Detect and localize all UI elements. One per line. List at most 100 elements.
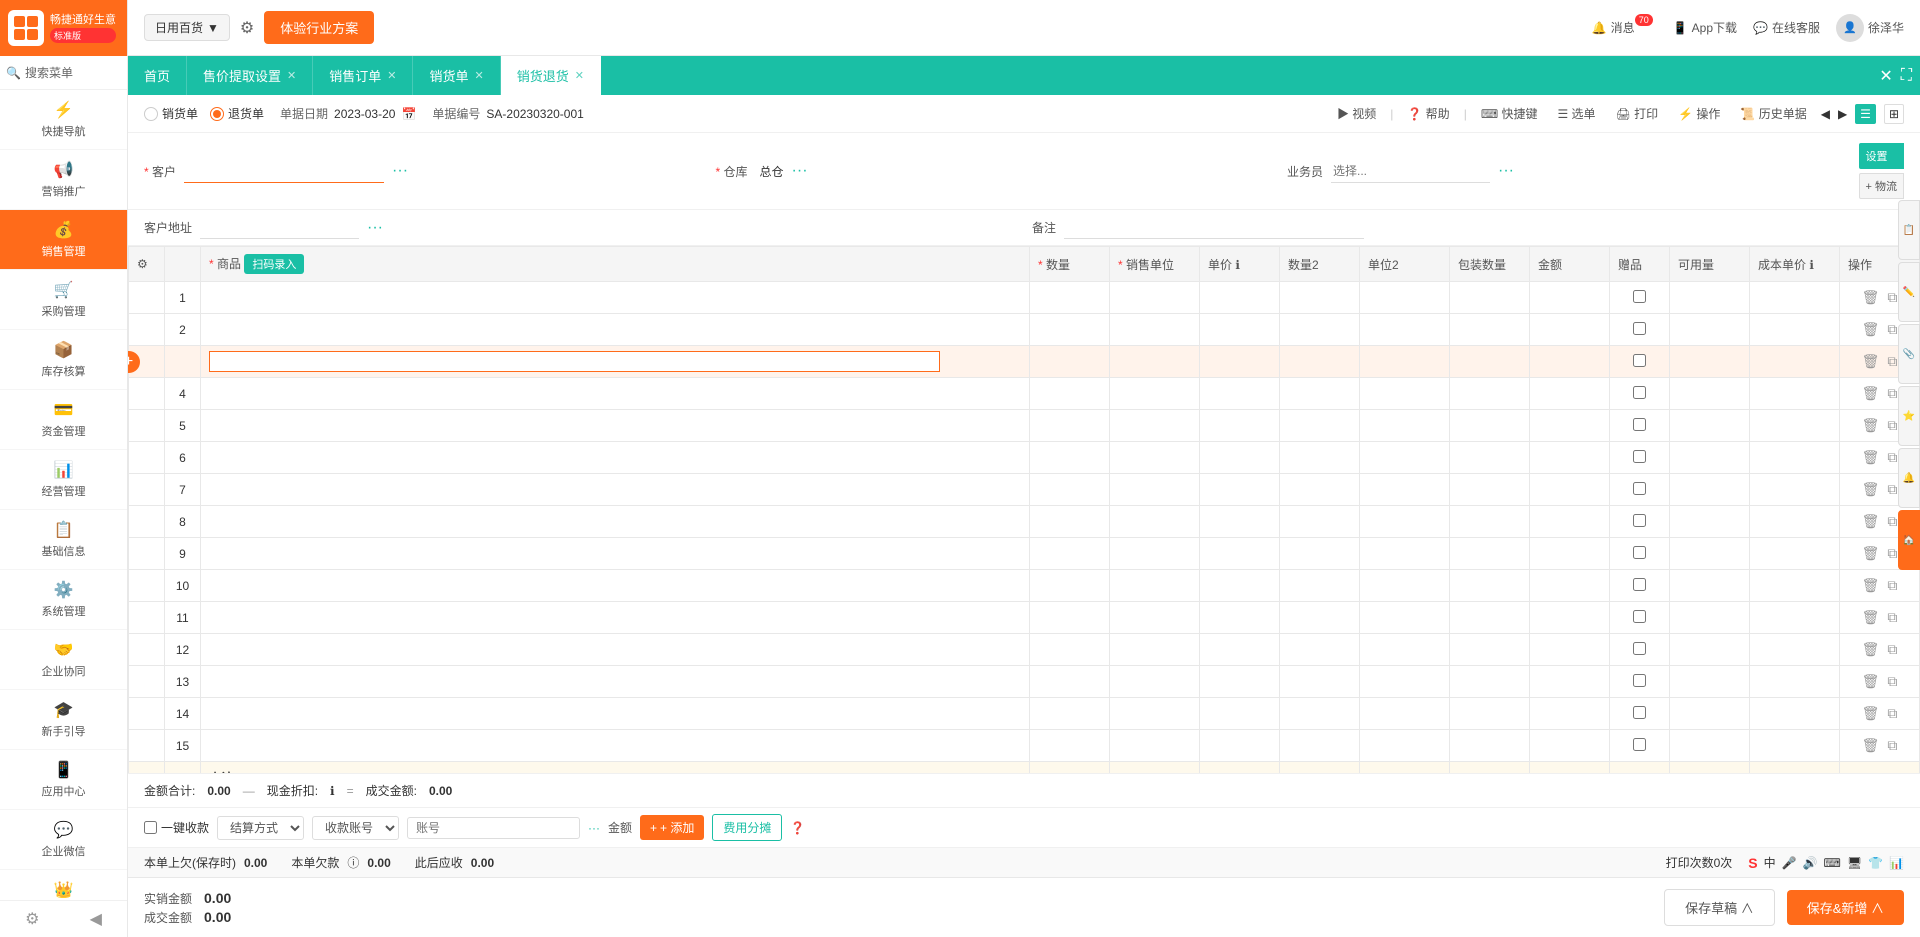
row-amount-10[interactable] (1530, 570, 1610, 602)
gift-checkbox-8[interactable] (1633, 514, 1646, 527)
radio-sale[interactable]: 销货单 (144, 105, 198, 122)
topbar-settings-icon[interactable]: ⚙ (240, 18, 254, 38)
row-pack-10[interactable] (1450, 570, 1530, 602)
toolbar-help-btn[interactable]: ❓ 帮助 (1401, 103, 1455, 124)
right-panel-btn3[interactable]: 📎 (1898, 324, 1920, 384)
row-amount-11[interactable] (1530, 602, 1610, 634)
app-download-item[interactable]: 📱 App下载 (1673, 19, 1737, 36)
row-product-6[interactable] (201, 442, 1030, 474)
gift-checkbox-3[interactable] (1633, 354, 1646, 367)
row-cost-12[interactable] (1750, 634, 1840, 666)
delete-icon[interactable]: 🗑 (1862, 641, 1880, 658)
row-settings-4[interactable] (129, 378, 165, 410)
row-avail-13[interactable] (1670, 666, 1750, 698)
prev-record-icon[interactable]: ◀ (1821, 107, 1830, 121)
row-price-2[interactable] (1200, 314, 1280, 346)
row-amount-4[interactable] (1530, 378, 1610, 410)
expand-btn[interactable]: ⛶ (1901, 67, 1912, 85)
delete-icon[interactable]: 🗑 (1862, 353, 1880, 370)
row-gift-15[interactable] (1610, 730, 1670, 762)
right-panel-btn4[interactable]: ⭐ (1898, 386, 1920, 446)
row-unit-13[interactable] (1110, 666, 1200, 698)
row-avail-7[interactable] (1670, 474, 1750, 506)
row-qty2-11[interactable] (1280, 602, 1360, 634)
row-qty-12[interactable] (1030, 634, 1110, 666)
fee-info-icon[interactable]: ❓ (790, 821, 805, 835)
row-price-10[interactable] (1200, 570, 1280, 602)
copy-icon[interactable]: ⧉ (1887, 289, 1897, 306)
row-gift-6[interactable] (1610, 442, 1670, 474)
right-panel-btn5[interactable]: 🔔 (1898, 448, 1920, 508)
row-unit-14[interactable] (1110, 698, 1200, 730)
row-product-11[interactable] (201, 602, 1030, 634)
row-settings-14[interactable] (129, 698, 165, 730)
row-gift-7[interactable] (1610, 474, 1670, 506)
row-product-9[interactable] (201, 538, 1030, 570)
doc-owe-info[interactable]: ⓘ (347, 854, 359, 871)
row-unit-1[interactable] (1110, 282, 1200, 314)
sidebar-item-sales[interactable]: 💰 销售管理 (0, 210, 127, 270)
row-price-8[interactable] (1200, 506, 1280, 538)
row-price-9[interactable] (1200, 538, 1280, 570)
row-pack-1[interactable] (1450, 282, 1530, 314)
row-gift-2[interactable] (1610, 314, 1670, 346)
row-unit2-5[interactable] (1360, 410, 1450, 442)
one-click-checkbox[interactable]: 一键收款 (144, 819, 209, 836)
gift-checkbox-10[interactable] (1633, 578, 1646, 591)
row-product-14[interactable] (201, 698, 1030, 730)
sidebar-item-quicknav[interactable]: ⚡ 快捷导航 (0, 90, 127, 150)
row-unit2-15[interactable] (1360, 730, 1450, 762)
user-item[interactable]: 👤 徐泽华 (1836, 14, 1904, 42)
row-qty-13[interactable] (1030, 666, 1110, 698)
toolbar-operate-btn[interactable]: ⚡ 操作 (1672, 103, 1726, 124)
row-qty-10[interactable] (1030, 570, 1110, 602)
row-action-10[interactable]: 🗑 ⧉ (1840, 570, 1920, 602)
row-qty-6[interactable] (1030, 442, 1110, 474)
sidebar-item-basic[interactable]: 📋 基础信息 (0, 510, 127, 570)
row-pack-7[interactable] (1450, 474, 1530, 506)
sidebar-settings-btn[interactable]: ⚙ (25, 909, 39, 929)
copy-icon[interactable]: ⧉ (1887, 513, 1897, 530)
gift-checkbox-2[interactable] (1633, 322, 1646, 335)
row-avail-1[interactable] (1670, 282, 1750, 314)
row-qty2-7[interactable] (1280, 474, 1360, 506)
row-pack-3[interactable] (1450, 346, 1530, 378)
row-product-10[interactable] (201, 570, 1030, 602)
row-amount-2[interactable] (1530, 314, 1610, 346)
toolbar-print-btn[interactable]: 🖨 打印 (1610, 103, 1665, 124)
row-qty-1[interactable] (1030, 282, 1110, 314)
account-select[interactable]: 收款账号 (312, 816, 399, 840)
toolbar-history-btn[interactable]: 📜 历史单据 (1734, 103, 1812, 124)
search-menu-item[interactable]: 🔍 搜索菜单 (0, 56, 127, 90)
row-cost-9[interactable] (1750, 538, 1840, 570)
add-payment-btn[interactable]: + + 添加 (640, 815, 704, 840)
row-settings-8[interactable] (129, 506, 165, 538)
toolbar-video-btn[interactable]: ▶ 视频 (1331, 103, 1382, 124)
row-qty2-1[interactable] (1280, 282, 1360, 314)
save-new-button[interactable]: 保存&新增 ∧ (1787, 890, 1904, 925)
grid-view-btn[interactable]: ⊞ (1884, 104, 1904, 124)
row-product-7[interactable] (201, 474, 1030, 506)
remark-input[interactable] (1064, 216, 1364, 239)
row-gift-3[interactable] (1610, 346, 1670, 378)
row-gift-9[interactable] (1610, 538, 1670, 570)
row-product-2[interactable] (201, 314, 1030, 346)
copy-icon[interactable]: ⧉ (1887, 737, 1897, 754)
row-avail-8[interactable] (1670, 506, 1750, 538)
right-panel-btn2[interactable]: ✏️ (1898, 262, 1920, 322)
row-settings-12[interactable] (129, 634, 165, 666)
sidebar-item-inventory[interactable]: 📦 库存核算 (0, 330, 127, 390)
customer-search-icon[interactable]: ··· (392, 162, 408, 180)
row-action-12[interactable]: 🗑 ⧉ (1840, 634, 1920, 666)
sidebar-item-member[interactable]: 👑 畅会员 (0, 870, 127, 900)
row-qty-9[interactable] (1030, 538, 1110, 570)
delete-icon[interactable]: 🗑 (1862, 385, 1880, 402)
sidebar-item-weixin[interactable]: 💬 企业微信 (0, 810, 127, 870)
row-settings-7[interactable] (129, 474, 165, 506)
row-avail-9[interactable] (1670, 538, 1750, 570)
delete-icon[interactable]: 🗑 (1862, 289, 1880, 306)
scan-btn[interactable]: 扫码录入 (244, 254, 304, 274)
row-gift-14[interactable] (1610, 698, 1670, 730)
row-unit-7[interactable] (1110, 474, 1200, 506)
sidebar-item-finance[interactable]: 💳 资金管理 (0, 390, 127, 450)
